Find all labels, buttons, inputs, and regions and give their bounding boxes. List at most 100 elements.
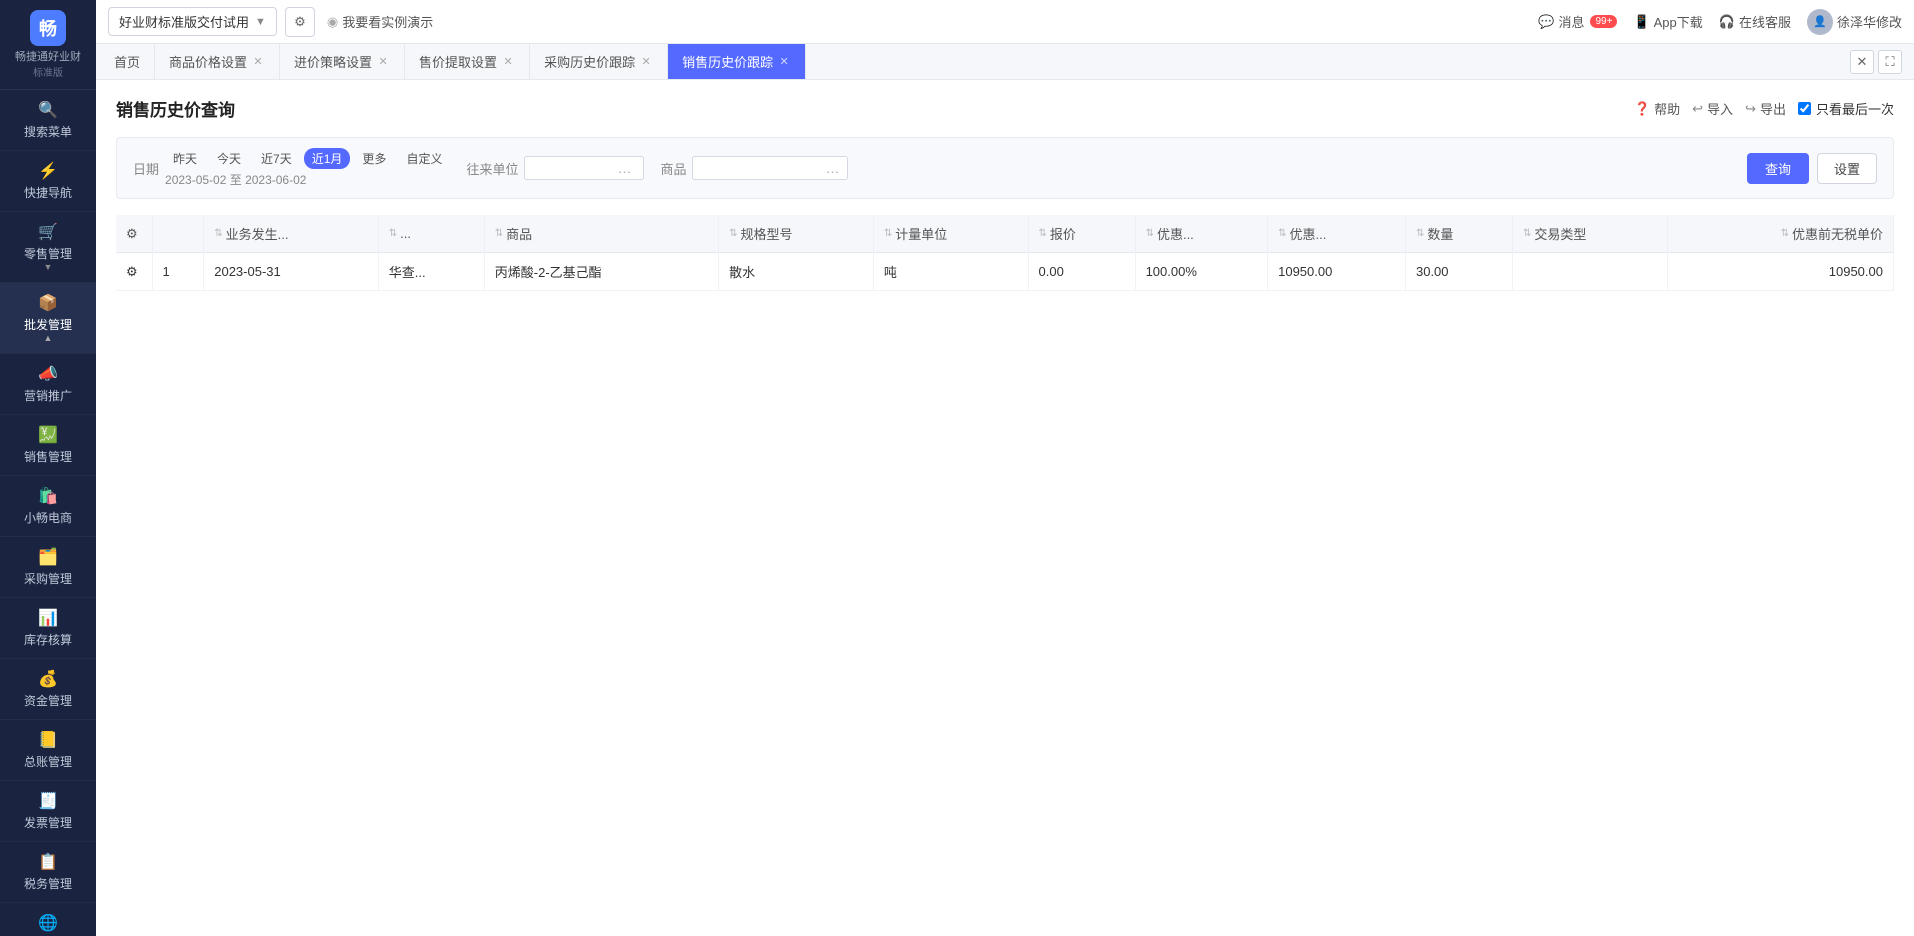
source-input[interactable] [533,161,613,175]
last-once-checkbox-label[interactable]: 只看最后一次 [1798,99,1894,118]
th-more[interactable]: ⇅ ... [378,215,484,253]
import-button[interactable]: ↩ 导入 [1692,99,1733,118]
th-price-label: 报价 [1050,224,1076,243]
sidebar-item-retail[interactable]: 🛒 零售管理 ▼ [0,212,96,283]
expand-button[interactable]: ⛶ [1878,50,1902,74]
sidebar-item-label: 税务管理 [24,875,72,892]
help-button[interactable]: ❓ 帮助 [1634,99,1680,118]
th-price[interactable]: ⇅ 报价 [1028,215,1135,253]
tab-price[interactable]: 商品价格设置 ✕ [155,44,280,80]
date-chip-7days[interactable]: 近7天 [253,148,300,169]
th-unit[interactable]: ⇅ 计量单位 [873,215,1028,253]
table-row: ⚙ 1 2023-05-31 华查... 丙烯酸-2-乙基己酯 散水 吨 0.0… [116,253,1894,291]
sidebar-item-wholesale[interactable]: 📦 批发管理 ▲ [0,283,96,354]
topbar-demo[interactable]: ◉ 我要看实例演示 [327,12,433,31]
invoice-icon: 🧾 [38,791,58,811]
th-bizdate[interactable]: ⇅ 业务发生... [204,215,379,253]
tab-close-icon[interactable]: ✕ [777,55,791,69]
tab-saleshist[interactable]: 销售历史价跟踪 ✕ [668,44,806,80]
td-discount1: 100.00% [1135,253,1268,291]
th-num [152,215,204,253]
last-once-label: 只看最后一次 [1816,99,1894,118]
settings-button[interactable]: 设置 [1817,153,1877,184]
wholesale-icon: 📦 [38,293,58,313]
topbar-dropdown[interactable]: 好业财标准版交付试用 ▼ [108,7,277,36]
product-input-wrap: … [692,156,848,180]
service-label: 在线客服 [1739,12,1791,31]
help-icon: ❓ [1634,101,1650,117]
th-txtype-label: 交易类型 [1534,224,1586,243]
sidebar-item-quicknav[interactable]: ⚡ 快捷导航 [0,151,96,212]
th-discount2[interactable]: ⇅ 优惠... [1268,215,1406,253]
th-qty[interactable]: ⇅ 数量 [1405,215,1512,253]
sidebar-item-inventory[interactable]: 📊 库存核算 [0,598,96,659]
date-range-display: 2023-05-02 至 2023-06-02 [165,171,450,188]
th-discount1[interactable]: ⇅ 优惠... [1135,215,1268,253]
sidebar-item-marketing[interactable]: 📣 营销推广 [0,354,96,415]
tab-close-icon[interactable]: ✕ [639,55,653,69]
tab-label: 进价策略设置 [294,52,372,71]
filter-source-group: 往来单位 … [466,156,644,180]
sidebar-item-tax[interactable]: 📋 税务管理 [0,842,96,903]
filter-bar: 日期 昨天 今天 近7天 近1月 更多 自定义 2023-05-02 至 202… [116,137,1894,199]
filter-date-group: 日期 昨天 今天 近7天 近1月 更多 自定义 2023-05-02 至 202… [133,148,450,188]
tab-label: 销售历史价跟踪 [682,52,773,71]
sidebar-item-mini[interactable]: 🛍️ 小畅电商 [0,476,96,537]
message-label: 消息 [1558,12,1584,31]
sidebar-item-invoice[interactable]: 🧾 发票管理 [0,781,96,842]
sidebar-item-ledger[interactable]: 📒 总账管理 [0,720,96,781]
ledger-icon: 📒 [38,730,58,750]
sort-icon: ⇅ [1039,228,1047,239]
sidebar-item-label: 批发管理 [24,316,72,333]
date-chip-more[interactable]: 更多 [354,148,394,169]
date-chip-yesterday[interactable]: 昨天 [165,148,205,169]
sidebar-item-label: 发票管理 [24,814,72,831]
tab-saleprice[interactable]: 售价提取设置 ✕ [405,44,530,80]
th-txtype[interactable]: ⇅ 交易类型 [1513,215,1668,253]
tab-close-icon[interactable]: ✕ [376,55,390,69]
table-head: ⚙ ⇅ 业务发生... ⇅ ... [116,215,1894,253]
td-gear[interactable]: ⚙ [116,253,152,291]
export-button[interactable]: ↪ 导出 [1745,99,1786,118]
last-once-checkbox[interactable] [1798,102,1811,115]
topbar-gear-button[interactable]: ⚙ [285,7,315,37]
app-icon: 📱 [1633,14,1649,30]
th-more-label: ... [400,226,411,241]
tab-home[interactable]: 首页 [100,44,155,80]
th-spec[interactable]: ⇅ 规格型号 [719,215,874,253]
sort-icon: ⇅ [495,228,503,239]
product-input[interactable] [701,161,821,175]
date-chip-1month[interactable]: 近1月 [304,148,351,169]
tab-purchasehist[interactable]: 采购历史价跟踪 ✕ [530,44,668,80]
sidebar-item-sales[interactable]: 💹 销售管理 [0,415,96,476]
date-chip-custom[interactable]: 自定义 [398,148,450,169]
user-menu[interactable]: 👤 徐泽华修改 [1807,9,1902,35]
source-label: 往来单位 [466,159,518,178]
th-qty-label: 数量 [1427,224,1453,243]
gear-icon[interactable]: ⚙ [126,226,138,241]
chevron-up-icon: ▲ [44,333,53,343]
product-dots-button[interactable]: … [825,160,839,176]
td-bizdate: 2023-05-31 [204,253,379,291]
date-chip-today[interactable]: 今天 [209,148,249,169]
sidebar-item-search[interactable]: 🔍 搜索菜单 [0,90,96,151]
sidebar-item-ecom[interactable]: 🌐 电商管理 [0,903,96,936]
inventory-icon: 📊 [38,608,58,628]
tab-label: 采购历史价跟踪 [544,52,635,71]
tab-close-icon[interactable]: ✕ [251,55,265,69]
service-button[interactable]: 🎧 在线客服 [1719,12,1791,31]
source-dots-button[interactable]: … [617,160,631,176]
tab-strategy[interactable]: 进价策略设置 ✕ [280,44,405,80]
td-product: 丙烯酸-2-乙基己酯 [484,253,718,291]
th-pretax[interactable]: ⇅ 优惠前无税单价 [1667,215,1893,253]
message-icon: 💬 [1538,14,1554,30]
tab-label: 商品价格设置 [169,52,247,71]
th-product[interactable]: ⇅ 商品 [484,215,718,253]
app-download-button[interactable]: 📱 App下载 [1633,12,1702,31]
sidebar-item-finance[interactable]: 💰 资金管理 [0,659,96,720]
message-button[interactable]: 💬 消息 99+ [1538,12,1617,31]
close-window-button[interactable]: ✕ [1850,50,1874,74]
query-button[interactable]: 查询 [1747,153,1809,184]
sidebar-item-purchase[interactable]: 🗂️ 采购管理 [0,537,96,598]
tab-close-icon[interactable]: ✕ [501,55,515,69]
